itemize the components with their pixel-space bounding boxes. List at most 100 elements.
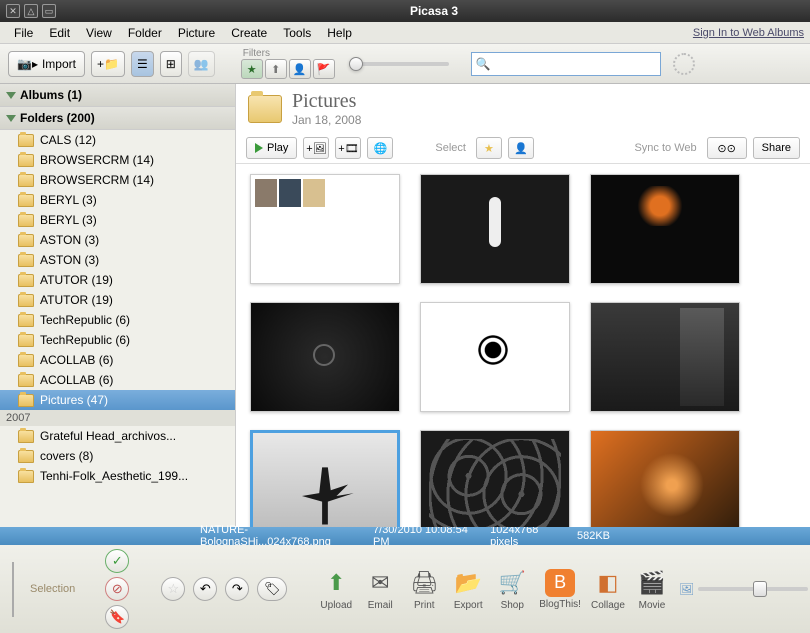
folder-item[interactable]: ACOLLAB (6) <box>0 370 235 390</box>
signin-link[interactable]: Sign In to Web Albums <box>693 27 804 39</box>
selection-label: Selection <box>30 583 75 595</box>
year-header: 2007 <box>0 410 235 426</box>
add-folder-button[interactable]: +📁 <box>91 51 125 77</box>
menu-file[interactable]: File <box>6 24 41 42</box>
filter-geo-button[interactable]: 🚩 <box>313 59 335 79</box>
folder-icon <box>18 154 34 167</box>
thumbnail[interactable] <box>420 174 570 284</box>
print-action[interactable]: 🖨Print <box>407 568 441 611</box>
window-max-button[interactable]: ▭ <box>42 4 56 18</box>
folder-item[interactable]: ATUTOR (19) <box>0 290 235 310</box>
thumbnail[interactable] <box>590 302 740 412</box>
geo-button[interactable]: 🌐 <box>367 137 393 159</box>
main-panel: Pictures Jan 18, 2008 Play +🖼 +🎞 🌐 Selec… <box>236 84 810 527</box>
sync-toggle[interactable]: ⊙⊙ <box>707 137 747 159</box>
search-input[interactable] <box>491 57 656 71</box>
sidebar: Albums (1) Folders (200) CALS (12)BROWSE… <box>0 84 236 527</box>
folder-item[interactable]: ASTON (3) <box>0 250 235 270</box>
menubar: File Edit View Folder Picture Create Too… <box>0 22 810 44</box>
thumbnail[interactable] <box>420 302 570 412</box>
import-button[interactable]: 📷▸ Import <box>8 51 85 77</box>
collapse-icon <box>6 115 16 122</box>
window-min-button[interactable]: △ <box>24 4 38 18</box>
folder-icon <box>18 254 34 267</box>
add-photo-button[interactable]: +🖼 <box>303 137 329 159</box>
select-people-button[interactable]: 👤 <box>508 137 534 159</box>
thumbnail-grid[interactable] <box>236 164 810 527</box>
camera-icon: 📷▸ <box>17 57 38 71</box>
select-star-button[interactable]: ★ <box>476 137 502 159</box>
folder-item[interactable]: BERYL (3) <box>0 190 235 210</box>
filter-upload-button[interactable]: ⬆ <box>265 59 287 79</box>
folder-date: Jan 18, 2008 <box>292 113 361 127</box>
view-flat-button[interactable]: ☰ <box>131 51 154 77</box>
folder-icon <box>18 214 34 227</box>
email-action[interactable]: ✉Email <box>363 568 397 611</box>
star-button[interactable]: ☆ <box>161 577 185 601</box>
rotate-right-button[interactable]: ↷ <box>225 577 249 601</box>
folder-icon <box>18 394 34 407</box>
folder-icon <box>18 374 34 387</box>
share-button[interactable]: Share <box>753 137 800 159</box>
folder-icon <box>18 354 34 367</box>
movie-action[interactable]: 🎬Movie <box>635 568 669 611</box>
folder-item[interactable]: ASTON (3) <box>0 230 235 250</box>
collage-action[interactable]: ◧Collage <box>591 568 625 611</box>
folder-item[interactable]: ATUTOR (19) <box>0 270 235 290</box>
folder-icon <box>18 234 34 247</box>
folder-list[interactable]: CALS (12)BROWSERCRM (14)BROWSERCRM (14)B… <box>0 130 235 527</box>
thumbnail[interactable] <box>250 174 400 284</box>
folder-item[interactable]: CALS (12) <box>0 130 235 150</box>
menu-view[interactable]: View <box>78 24 120 42</box>
tag-label-button[interactable]: 🏷 <box>257 577 287 601</box>
thumbnail[interactable] <box>250 302 400 412</box>
thumbnail-selected[interactable] <box>250 430 400 527</box>
thumbnail[interactable] <box>420 430 570 527</box>
search-box[interactable]: 🔍 <box>471 52 661 76</box>
folder-item[interactable]: Grateful Head_archivos... <box>0 426 235 446</box>
shop-action[interactable]: 🛒Shop <box>495 568 529 611</box>
folder-item[interactable]: Tenhi-Folk_Aesthetic_199... <box>0 466 235 486</box>
view-tree-button[interactable]: ⊞ <box>160 51 182 77</box>
folders-header[interactable]: Folders (200) <box>0 107 235 130</box>
folder-item[interactable]: BERYL (3) <box>0 210 235 230</box>
folder-item[interactable]: Pictures (47) <box>0 390 235 410</box>
thumbnail[interactable] <box>590 174 740 284</box>
upload-action[interactable]: ⬆Upload <box>319 568 353 611</box>
titlebar: ✕ △ ▭ Picasa 3 <box>0 0 810 22</box>
folder-icon <box>18 194 34 207</box>
albums-header[interactable]: Albums (1) <box>0 84 235 107</box>
add-movie-button[interactable]: +🎞 <box>335 137 361 159</box>
play-button[interactable]: Play <box>246 137 297 159</box>
tag-button[interactable]: 🔖 <box>105 605 129 629</box>
folder-item[interactable]: covers (8) <box>0 446 235 466</box>
folder-item[interactable]: ACOLLAB (6) <box>0 350 235 370</box>
folder-item[interactable]: BROWSERCRM (14) <box>0 170 235 190</box>
export-action[interactable]: 📂Export <box>451 568 485 611</box>
clear-button[interactable]: ⊘ <box>105 577 129 601</box>
menu-tools[interactable]: Tools <box>275 24 319 42</box>
folder-icon <box>18 430 34 443</box>
window-close-button[interactable]: ✕ <box>6 4 20 18</box>
hold-button[interactable]: ✓ <box>105 549 129 573</box>
menu-create[interactable]: Create <box>223 24 275 42</box>
folder-item[interactable]: BROWSERCRM (14) <box>0 150 235 170</box>
selection-thumbnail[interactable] <box>12 562 14 617</box>
thumb-size-slider[interactable] <box>698 587 808 591</box>
select-label: Select <box>435 142 466 154</box>
menu-folder[interactable]: Folder <box>120 24 170 42</box>
thumbnail[interactable] <box>590 430 740 527</box>
menu-picture[interactable]: Picture <box>170 24 223 42</box>
filter-star-button[interactable]: ★ <box>241 59 263 79</box>
menu-help[interactable]: Help <box>319 24 360 42</box>
filter-face-button[interactable]: 👤 <box>289 59 311 79</box>
rotate-left-button[interactable]: ↶ <box>193 577 217 601</box>
folder-icon <box>248 95 282 123</box>
folder-icon <box>18 134 34 147</box>
menu-edit[interactable]: Edit <box>41 24 78 42</box>
blog-action[interactable]: BBlogThis! <box>539 569 581 610</box>
date-slider[interactable] <box>349 62 449 66</box>
toolbar: 📷▸ Import +📁 ☰ ⊞ 👥 Filters ★ ⬆ 👤 🚩 🔍 <box>0 44 810 84</box>
folder-item[interactable]: TechRepublic (6) <box>0 310 235 330</box>
folder-item[interactable]: TechRepublic (6) <box>0 330 235 350</box>
